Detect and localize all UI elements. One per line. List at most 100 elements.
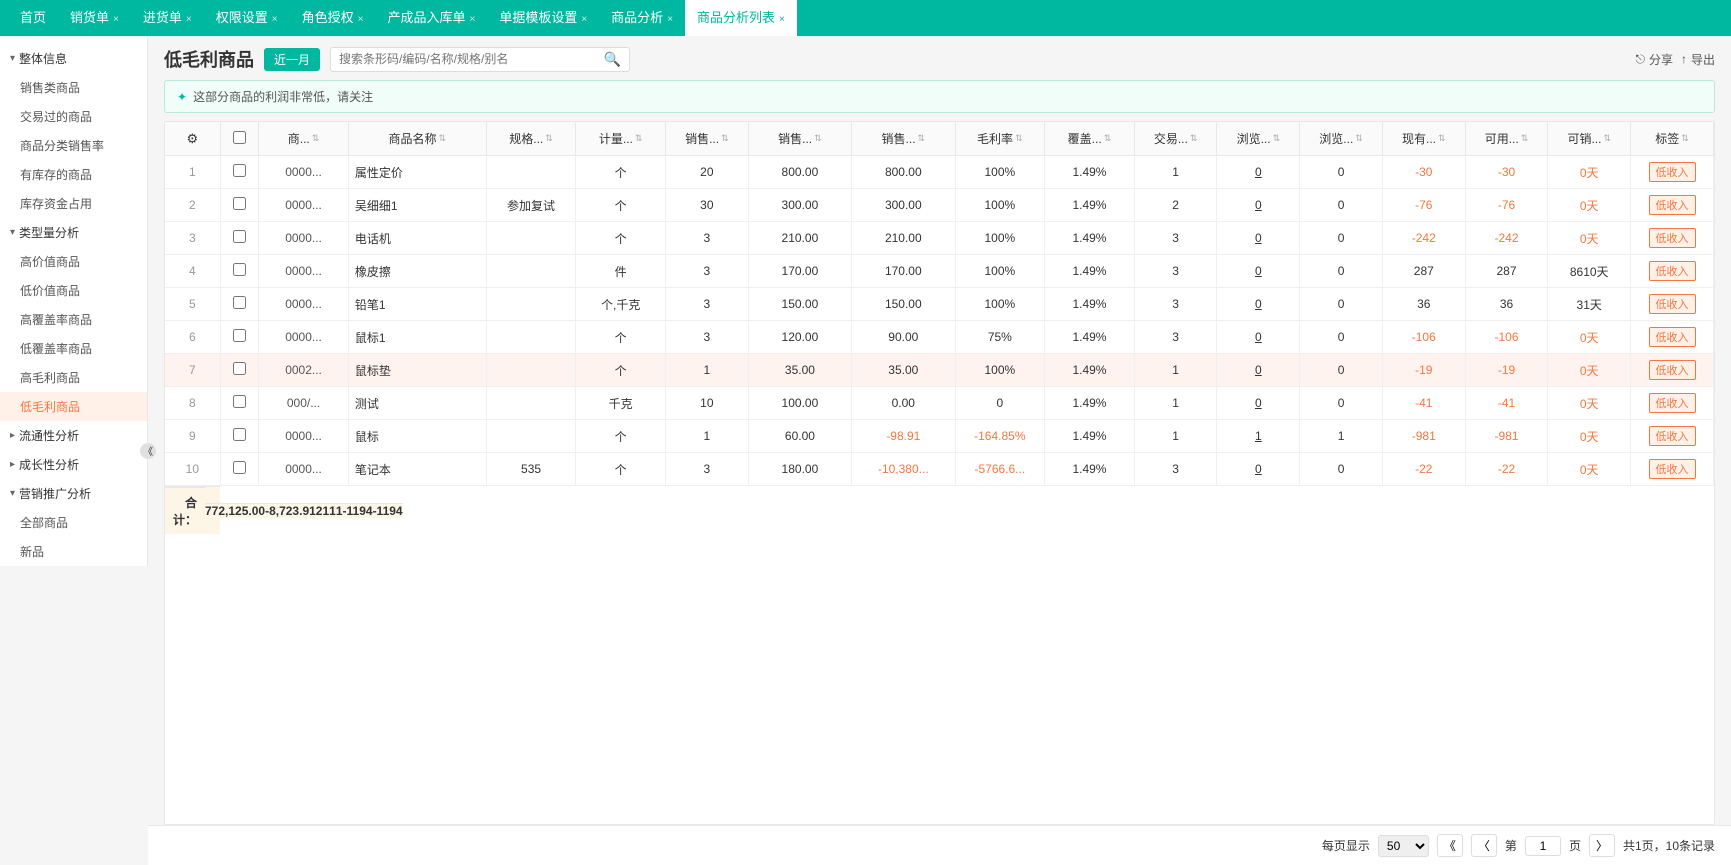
nav-product-inbound[interactable]: 产成品入库单×	[375, 0, 487, 36]
col-unit[interactable]: 计量... ⇅	[576, 122, 666, 156]
nav-home[interactable]: 首页	[8, 0, 58, 36]
date-filter-button[interactable]: 近一月	[264, 48, 320, 71]
col-sale-qty-sort[interactable]: ⇅	[721, 133, 729, 144]
row-checkbox-8[interactable]	[233, 428, 246, 441]
nav-close-analysis-list[interactable]: ×	[779, 14, 785, 25]
col-tx-count-sort[interactable]: ⇅	[1190, 133, 1198, 144]
col-browse2-sort[interactable]: ⇅	[1355, 133, 1363, 144]
cell-browse1[interactable]: 0	[1217, 222, 1300, 255]
cell-browse1[interactable]: 0	[1217, 453, 1300, 486]
settings-icon[interactable]: ⚙	[186, 131, 198, 147]
col-name-sort[interactable]: ⇅	[439, 133, 447, 144]
col-settings[interactable]: ⚙	[165, 122, 220, 156]
nav-analysis-list[interactable]: 商品分析列表×	[685, 0, 797, 36]
col-gross-rate[interactable]: 毛利率 ⇅	[955, 122, 1045, 156]
row-checkbox-5[interactable]	[233, 329, 246, 342]
nav-close-product[interactable]: ×	[469, 14, 475, 25]
col-spec[interactable]: 规格... ⇅	[486, 122, 576, 156]
nav-role[interactable]: 角色授权×	[290, 0, 376, 36]
sidebar-item-sales-goods[interactable]: 销售类商品	[0, 73, 147, 102]
sidebar-item-low-cover[interactable]: 低覆盖率商品	[0, 334, 147, 363]
col-salable[interactable]: 可销... ⇅	[1548, 122, 1631, 156]
col-tag-sort[interactable]: ⇅	[1681, 133, 1689, 144]
nav-close-role[interactable]: ×	[358, 14, 364, 25]
col-code[interactable]: 商... ⇅	[259, 122, 349, 156]
cell-browse1[interactable]: 1	[1217, 420, 1300, 453]
col-available-sort[interactable]: ⇅	[1521, 133, 1529, 144]
col-checkbox-header[interactable]	[220, 122, 259, 156]
col-gross-rate-sort[interactable]: ⇅	[1015, 133, 1023, 144]
row-checkbox-6[interactable]	[233, 362, 246, 375]
row-checkbox-0[interactable]	[233, 164, 246, 177]
sidebar-item-all-goods[interactable]: 全部商品	[0, 508, 147, 537]
col-tag[interactable]: 标签 ⇅	[1631, 122, 1714, 156]
col-salable-sort[interactable]: ⇅	[1603, 133, 1611, 144]
row-checkbox-2[interactable]	[233, 230, 246, 243]
nav-close-analysis[interactable]: ×	[667, 14, 673, 25]
cell-browse1[interactable]: 0	[1217, 288, 1300, 321]
sidebar-item-stock-capital[interactable]: 库存资金占用	[0, 189, 147, 218]
page-number-input[interactable]	[1525, 836, 1561, 856]
sidebar-group-growth[interactable]: ▸ 成长性分析	[0, 450, 147, 479]
sidebar-group-overview[interactable]: ▾ 整体信息	[0, 44, 147, 73]
nav-sales[interactable]: 销货单×	[58, 0, 131, 36]
first-page-btn[interactable]: 《	[1437, 834, 1463, 857]
sidebar-item-new-goods[interactable]: 新品	[0, 537, 147, 566]
sidebar-group-type[interactable]: ▾ 类型量分析	[0, 218, 147, 247]
sidebar-item-category-rate[interactable]: 商品分类销售率	[0, 131, 147, 160]
sidebar-group-marketing[interactable]: ▾ 营销推广分析	[0, 479, 147, 508]
search-icon[interactable]: 🔍	[604, 51, 621, 68]
page-size-select[interactable]: 50 100	[1378, 835, 1429, 857]
cell-checkbox[interactable]	[220, 387, 259, 420]
sidebar-item-traded-goods[interactable]: 交易过的商品	[0, 102, 147, 131]
select-all-checkbox[interactable]	[233, 131, 246, 144]
nav-close-sales[interactable]: ×	[113, 14, 119, 25]
sidebar-item-high-cover[interactable]: 高覆盖率商品	[0, 305, 147, 334]
nav-analysis[interactable]: 商品分析×	[599, 0, 685, 36]
col-browse1-sort[interactable]: ⇅	[1273, 133, 1281, 144]
col-sale-amt-sort[interactable]: ⇅	[814, 133, 822, 144]
col-sale-amt2[interactable]: 销售... ⇅	[852, 122, 955, 156]
col-spec-sort[interactable]: ⇅	[545, 133, 553, 144]
next-page-btn[interactable]: 〉	[1589, 834, 1615, 857]
nav-template[interactable]: 单据模板设置×	[487, 0, 599, 36]
cell-browse1[interactable]: 0	[1217, 255, 1300, 288]
cell-checkbox[interactable]	[220, 354, 259, 387]
search-input[interactable]	[339, 52, 604, 66]
sidebar-item-high-margin[interactable]: 高毛利商品	[0, 363, 147, 392]
col-cover-rate[interactable]: 覆盖... ⇅	[1045, 122, 1135, 156]
col-unit-sort[interactable]: ⇅	[635, 133, 643, 144]
share-button[interactable]: ⎋ 分享	[1635, 51, 1673, 68]
row-checkbox-9[interactable]	[233, 461, 246, 474]
nav-close-template[interactable]: ×	[581, 14, 587, 25]
prev-page-btn[interactable]: 〈	[1471, 834, 1497, 857]
sidebar-item-low-margin[interactable]: 低毛利商品	[0, 392, 147, 421]
col-sale-amt[interactable]: 销售... ⇅	[748, 122, 851, 156]
sidebar-collapse-btn[interactable]: 《	[140, 443, 156, 459]
row-checkbox-4[interactable]	[233, 296, 246, 309]
sidebar-item-low-value[interactable]: 低价值商品	[0, 276, 147, 305]
cell-checkbox[interactable]	[220, 222, 259, 255]
cell-checkbox[interactable]	[220, 420, 259, 453]
cell-browse1[interactable]: 0	[1217, 321, 1300, 354]
cell-browse1[interactable]: 0	[1217, 387, 1300, 420]
nav-close-purchase[interactable]: ×	[186, 14, 192, 25]
row-checkbox-1[interactable]	[233, 197, 246, 210]
col-available[interactable]: 可用... ⇅	[1465, 122, 1548, 156]
col-name[interactable]: 商品名称 ⇅	[348, 122, 486, 156]
sidebar-item-stock-goods[interactable]: 有库存的商品	[0, 160, 147, 189]
col-browse1[interactable]: 浏览... ⇅	[1217, 122, 1300, 156]
col-stock[interactable]: 现有... ⇅	[1382, 122, 1465, 156]
cell-checkbox[interactable]	[220, 189, 259, 222]
cell-checkbox[interactable]	[220, 255, 259, 288]
col-browse2[interactable]: 浏览... ⇅	[1300, 122, 1383, 156]
col-tx-count[interactable]: 交易... ⇅	[1134, 122, 1217, 156]
sidebar-group-circulation[interactable]: ▸ 流通性分析	[0, 421, 147, 450]
col-cover-rate-sort[interactable]: ⇅	[1104, 133, 1112, 144]
export-button[interactable]: ↑ 导出	[1681, 51, 1715, 68]
row-checkbox-3[interactable]	[233, 263, 246, 276]
cell-browse1[interactable]: 0	[1217, 354, 1300, 387]
nav-purchase[interactable]: 进货单×	[131, 0, 204, 36]
cell-checkbox[interactable]	[220, 321, 259, 354]
cell-checkbox[interactable]	[220, 453, 259, 486]
